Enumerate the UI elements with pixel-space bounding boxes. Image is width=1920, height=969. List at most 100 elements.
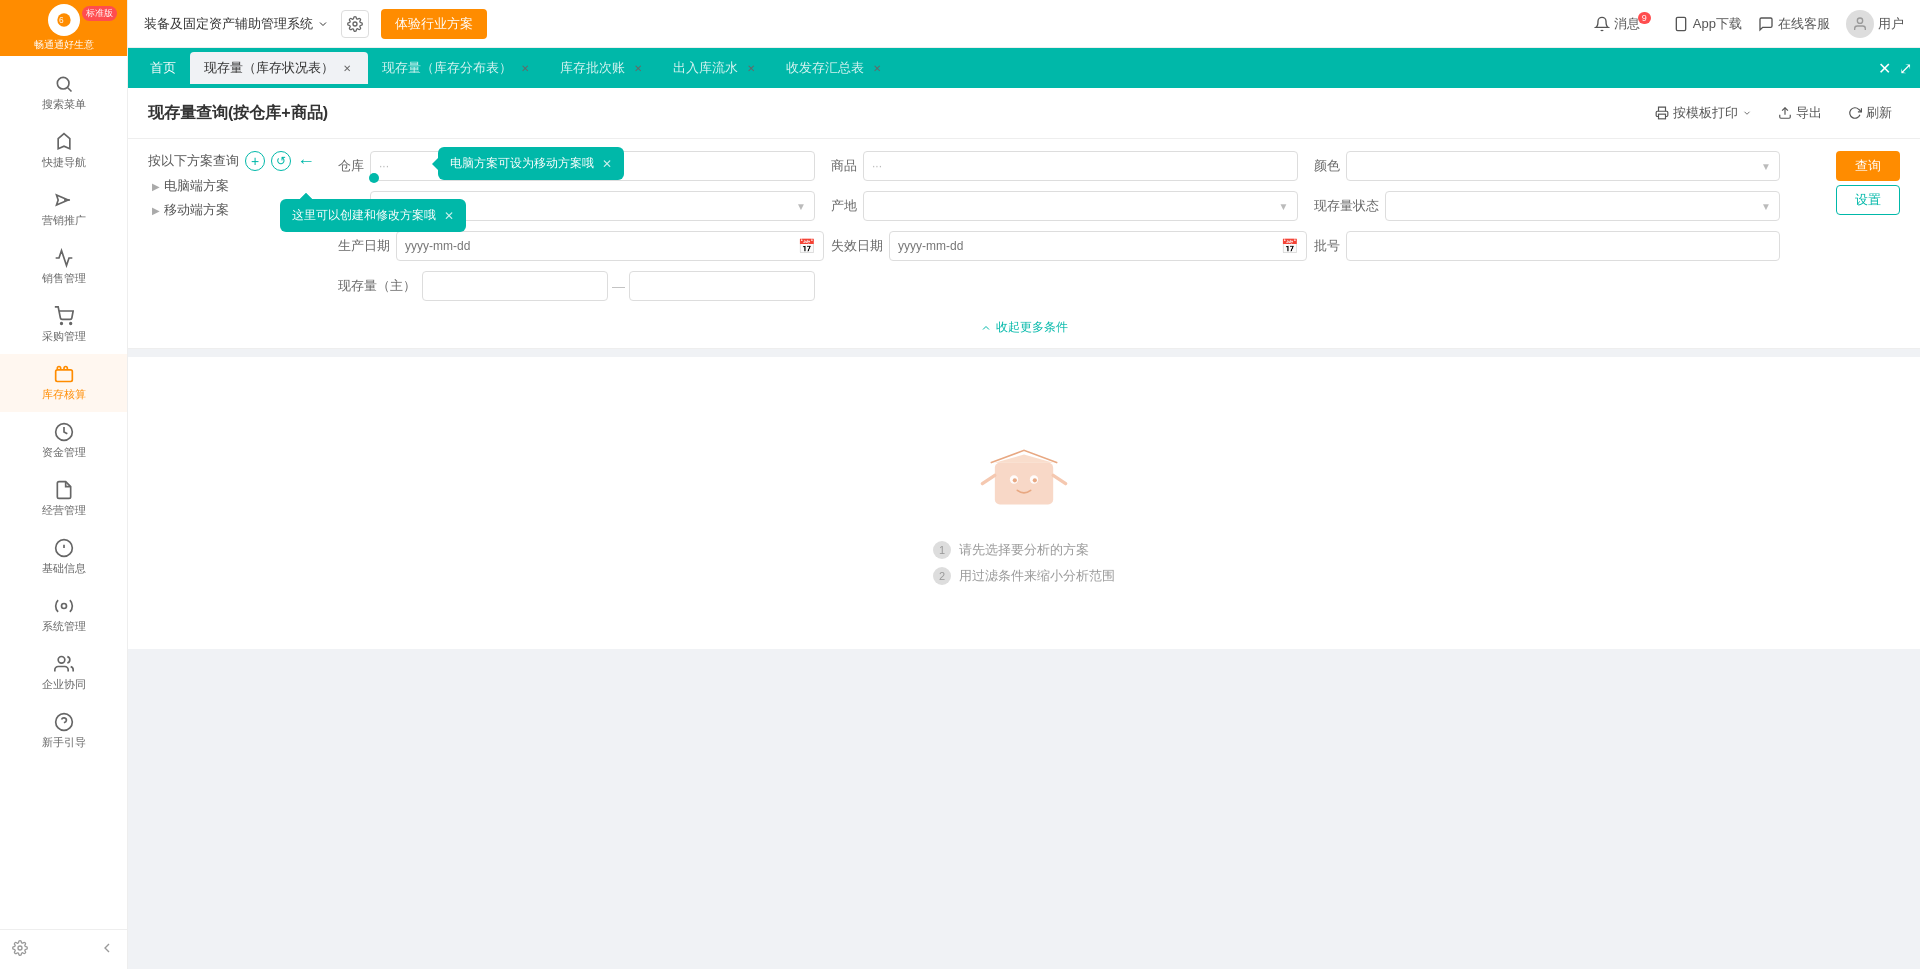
- svg-rect-24: [995, 463, 1053, 505]
- sidebar-item-finance[interactable]: 资金管理: [0, 412, 127, 470]
- system-selector[interactable]: 装备及固定资产辅助管理系统: [144, 15, 329, 33]
- sidebar-item-basic[interactable]: 基础信息: [0, 528, 127, 586]
- online-service-item[interactable]: 在线客服: [1758, 15, 1830, 33]
- production-date-field: 生产日期 📅: [338, 231, 815, 261]
- stock-main-to[interactable]: [629, 271, 815, 301]
- empty-illustration: [974, 417, 1074, 517]
- tab-close-batch[interactable]: ✕: [631, 61, 645, 75]
- tooltip1-close[interactable]: ✕: [602, 157, 612, 171]
- tab-close-dist[interactable]: ✕: [518, 61, 532, 75]
- sidebar-item-marketing[interactable]: 营销推广: [0, 180, 127, 238]
- collapse-btn[interactable]: 收起更多条件: [148, 311, 1900, 340]
- tab-home-label: 首页: [150, 59, 176, 77]
- color-select[interactable]: ▼: [1346, 151, 1781, 181]
- user-item[interactable]: 用户: [1846, 10, 1904, 38]
- svg-point-28: [1033, 478, 1037, 482]
- solution-button[interactable]: 体验行业方案: [381, 9, 487, 39]
- tab-close-all-icon[interactable]: ✕: [1878, 59, 1891, 78]
- sidebar-settings-icon[interactable]: [12, 940, 28, 959]
- stock-main-from[interactable]: [422, 271, 608, 301]
- stock-status-label: 现存量状态: [1314, 197, 1379, 215]
- sidebar-item-management[interactable]: 经营管理: [0, 470, 127, 528]
- tab-summary[interactable]: 收发存汇总表 ✕: [772, 52, 898, 84]
- sidebar-item-system[interactable]: 系统管理: [0, 586, 127, 644]
- svg-line-3: [67, 88, 71, 92]
- sidebar-logo: 6 畅通通好生意 标准版: [0, 0, 127, 56]
- print-button[interactable]: 按模板打印: [1647, 100, 1760, 126]
- production-date-input[interactable]: [396, 231, 824, 261]
- sidebar-label-purchase: 采购管理: [42, 329, 86, 344]
- sidebar-item-nav[interactable]: 快捷导航: [0, 122, 127, 180]
- tooltip-2: 这里可以创建和修改方案哦 ✕: [280, 199, 466, 232]
- empty-state: 1 请先选择要分析的方案 2 用过滤条件来缩小分析范围: [128, 357, 1920, 649]
- tab-home[interactable]: 首页: [136, 52, 190, 84]
- page-title: 现存量查询(按仓库+商品): [148, 103, 328, 124]
- batch-no-input[interactable]: [1346, 231, 1781, 261]
- search-button[interactable]: 查询: [1836, 151, 1900, 181]
- tooltip2-close[interactable]: ✕: [444, 209, 454, 223]
- filter-label-text: 按以下方案查询: [148, 152, 239, 170]
- export-button[interactable]: 导出: [1770, 100, 1830, 126]
- sidebar-label-inventory: 库存核算: [42, 387, 86, 402]
- sidebar-label-marketing: 营销推广: [42, 213, 86, 228]
- sidebar-item-guide[interactable]: 新手引导: [0, 702, 127, 760]
- production-date-calendar-icon[interactable]: 📅: [798, 238, 815, 254]
- filter-area: 按以下方案查询 + ↺ ← ▶ 电脑端方案: [128, 139, 1920, 349]
- svg-point-17: [18, 946, 22, 950]
- tab-close-summary[interactable]: ✕: [870, 61, 884, 75]
- tab-close-flow[interactable]: ✕: [744, 61, 758, 75]
- notification-item[interactable]: 消息 9: [1594, 15, 1657, 33]
- sidebar-item-inventory[interactable]: 库存核算: [0, 354, 127, 412]
- tab-flow[interactable]: 出入库流水 ✕: [659, 52, 772, 84]
- app-name: 畅通通好生意: [34, 38, 94, 52]
- batch-no-label: 批号: [1314, 237, 1340, 255]
- add-scheme-btn[interactable]: +: [245, 151, 265, 171]
- top-header: 装备及固定资产辅助管理系统 体验行业方案 消息 9 App下载 在线客服: [128, 0, 1920, 48]
- indicator-dot: [369, 173, 379, 183]
- sidebar-item-sales[interactable]: 销售管理: [0, 238, 127, 296]
- filter-actions: 查询 设置: [1836, 151, 1900, 215]
- sidebar-item-purchase[interactable]: 采购管理: [0, 296, 127, 354]
- expiry-date-field: 失效日期 📅: [831, 231, 1298, 261]
- empty-hint1: 请先选择要分析的方案: [959, 537, 1089, 563]
- refresh-button[interactable]: 刷新: [1840, 100, 1900, 126]
- sidebar-item-search[interactable]: 搜索菜单: [0, 64, 127, 122]
- gear-button[interactable]: [341, 10, 369, 38]
- sidebar-collapse-icon[interactable]: [99, 940, 115, 959]
- color-label: 颜色: [1314, 157, 1340, 175]
- expiry-date-calendar-icon[interactable]: 📅: [1281, 238, 1298, 254]
- back-btn[interactable]: ←: [297, 152, 315, 170]
- stock-status-select[interactable]: ▼: [1385, 191, 1781, 221]
- stock-main-label: 现存量（主）: [338, 277, 416, 295]
- app-download-label: App下载: [1693, 15, 1742, 33]
- app-download-item[interactable]: App下载: [1673, 15, 1742, 33]
- tab-inventory-distribution[interactable]: 现存量（库存分布表） ✕: [368, 52, 546, 84]
- sidebar-label-system: 系统管理: [42, 619, 86, 634]
- refresh-scheme-btn[interactable]: ↺: [271, 151, 291, 171]
- tab-batch-label: 库存批次账: [560, 59, 625, 77]
- tab-fullscreen-icon[interactable]: ⤢: [1899, 59, 1912, 78]
- tab-close-inventory-status[interactable]: ✕: [340, 61, 354, 75]
- tab-inventory-status-label: 现存量（库存状况表）: [204, 59, 334, 77]
- svg-point-14: [58, 657, 65, 664]
- batch-no-field: 批号: [1314, 231, 1781, 261]
- expiry-date-label: 失效日期: [831, 237, 883, 255]
- notif-label: 消息: [1614, 15, 1640, 33]
- tab-inventory-status[interactable]: 现存量（库存状况表） ✕: [190, 52, 368, 84]
- stock-status-field: 现存量状态 ▼: [1314, 191, 1781, 221]
- header-left: 装备及固定资产辅助管理系统 体验行业方案: [144, 9, 487, 39]
- print-label: 按模板打印: [1673, 104, 1738, 122]
- reset-button[interactable]: 设置: [1836, 185, 1900, 215]
- refresh-label: 刷新: [1866, 104, 1892, 122]
- sidebar-label-enterprise: 企业协同: [42, 677, 86, 692]
- sidebar-label-management: 经营管理: [42, 503, 86, 518]
- product-select[interactable]: ···: [863, 151, 1298, 181]
- tab-bar: 首页 现存量（库存状况表） ✕ 现存量（库存分布表） ✕ 库存批次账 ✕ 出入库…: [128, 48, 1920, 88]
- origin-field: 产地 ▼: [831, 191, 1298, 221]
- expiry-date-input[interactable]: [889, 231, 1307, 261]
- sidebar-item-enterprise[interactable]: 企业协同: [0, 644, 127, 702]
- svg-point-27: [1013, 478, 1017, 482]
- tab-batch[interactable]: 库存批次账 ✕: [546, 52, 659, 84]
- empty-steps: 1 请先选择要分析的方案 2 用过滤条件来缩小分析范围: [933, 537, 1115, 589]
- origin-select[interactable]: ▼: [863, 191, 1298, 221]
